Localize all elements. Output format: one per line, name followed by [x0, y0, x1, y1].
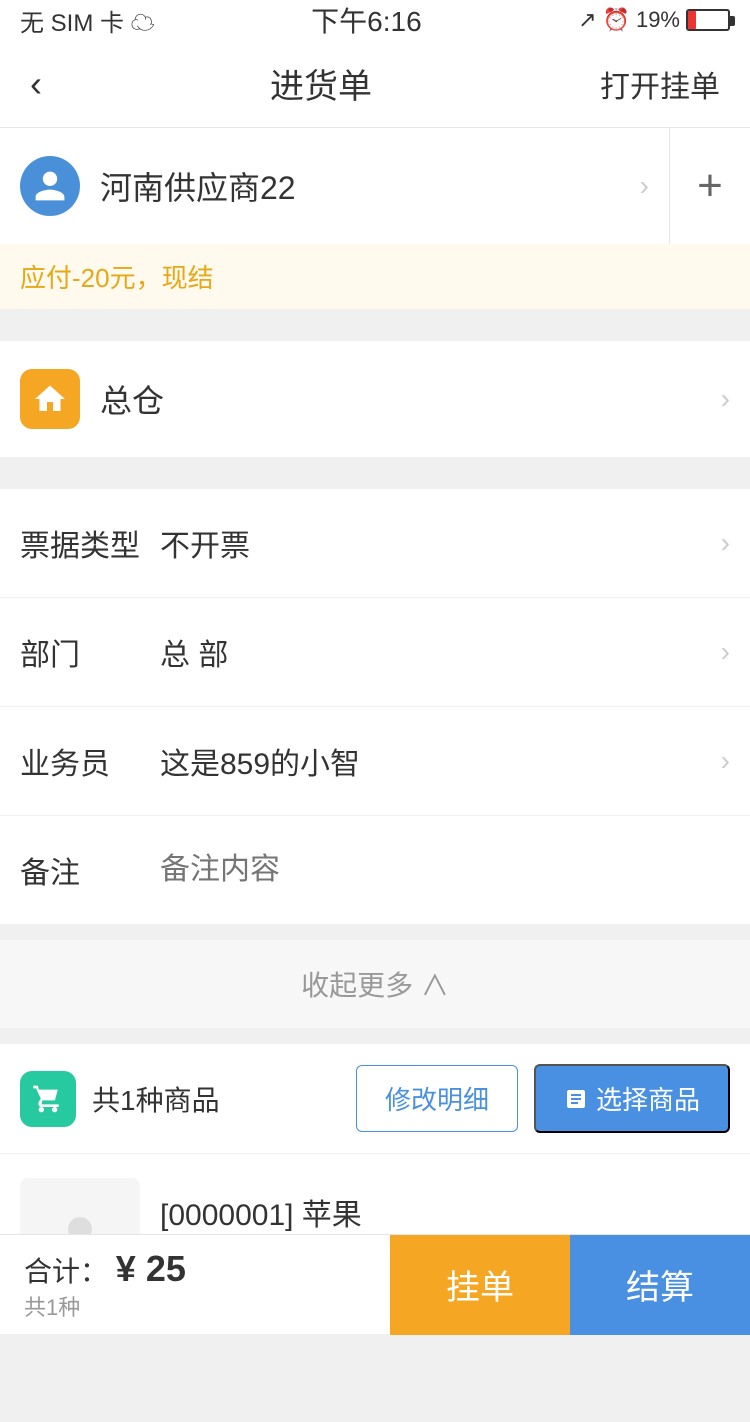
products-count: 共1种商品: [92, 1079, 356, 1119]
ticket-type-row[interactable]: 票据类型 不开票 ›: [0, 489, 750, 598]
page-title: 进货单: [270, 59, 372, 108]
home-icon: [32, 381, 68, 417]
total-amount: ¥ 25: [116, 1248, 186, 1289]
total-label: 合计：: [24, 1256, 108, 1287]
supplier-selector[interactable]: 河南供应商22 ›: [0, 128, 670, 244]
hang-label: 挂单: [446, 1260, 514, 1309]
supplier-row: 河南供应商22 › +: [0, 128, 750, 244]
edit-detail-button[interactable]: 修改明细: [356, 1065, 518, 1132]
main-content: 河南供应商22 › + 应付-20元，现结 总仓 › 票据类型 不开票 › 部门: [0, 128, 750, 1422]
warehouse-icon: [20, 369, 80, 429]
supplier-avatar: [20, 156, 80, 216]
cart-icon: [32, 1083, 64, 1115]
salesperson-value: 这是859的小智: [160, 739, 721, 783]
alarm-icon: ⏰: [603, 7, 630, 33]
checkout-label: 结算: [626, 1260, 694, 1309]
open-pending-button[interactable]: 打开挂单: [600, 62, 720, 106]
products-icon: [20, 1071, 76, 1127]
supplier-section: 河南供应商22 › + 应付-20元，现结: [0, 128, 750, 309]
warehouse-chevron: ›: [721, 383, 730, 415]
status-bar: 无 SIM 卡 ☁ 下午6:16 ↗ ⏰ 19%: [0, 0, 750, 40]
status-right: ↗ ⏰ 19%: [578, 7, 730, 33]
salesperson-row[interactable]: 业务员 这是859的小智 ›: [0, 707, 750, 816]
department-label: 部门: [20, 630, 160, 674]
department-chevron: ›: [721, 636, 730, 668]
remark-row: 备注: [0, 816, 750, 924]
battery-icon: [686, 9, 730, 31]
select-product-label: 选择商品: [596, 1080, 700, 1117]
ticket-type-chevron: ›: [721, 527, 730, 559]
sim-status: 无 SIM 卡 ☁: [20, 3, 155, 38]
department-value: 总 部: [160, 630, 721, 674]
collapse-bar[interactable]: 收起更多 ∧: [0, 940, 750, 1028]
bottom-bar: 合计： ¥ 25 共1种 挂单 结算: [0, 1234, 750, 1334]
warehouse-row[interactable]: 总仓 ›: [0, 341, 750, 457]
back-button[interactable]: ‹: [30, 63, 42, 105]
salesperson-label: 业务员: [20, 739, 160, 783]
hang-button[interactable]: 挂单: [390, 1235, 570, 1335]
total-line: 合计： ¥ 25: [24, 1248, 366, 1290]
warehouse-name: 总仓: [100, 376, 711, 422]
notice-text: 应付-20元，现结: [20, 263, 214, 293]
products-header: 共1种商品 修改明细 选择商品: [0, 1044, 750, 1154]
person-icon: [32, 168, 68, 204]
select-product-button[interactable]: 选择商品: [534, 1064, 730, 1133]
ticket-type-value: 不开票: [160, 521, 721, 565]
notice-bar: 应付-20元，现结: [0, 244, 750, 309]
collapse-label: 收起更多 ∧: [301, 970, 449, 1001]
nav-bar: ‹ 进货单 打开挂单: [0, 40, 750, 128]
battery-level: 19%: [636, 7, 680, 33]
supplier-chevron: ›: [640, 170, 649, 202]
form-section: 票据类型 不开票 › 部门 总 部 › 业务员 这是859的小智 › 备注: [0, 489, 750, 924]
add-supplier-button[interactable]: +: [670, 128, 750, 244]
ticket-type-label: 票据类型: [20, 521, 160, 565]
product-id-name: [0000001] 苹果: [160, 1199, 362, 1232]
remark-label: 备注: [20, 848, 160, 892]
status-time: 下午6:16: [311, 0, 422, 40]
supplier-name: 河南供应商22: [100, 163, 630, 209]
salesperson-chevron: ›: [721, 745, 730, 777]
location-icon: ↗: [578, 7, 596, 33]
department-row[interactable]: 部门 总 部 ›: [0, 598, 750, 707]
product-name: [0000001] 苹果: [160, 1190, 678, 1234]
remark-input[interactable]: [160, 853, 730, 887]
total-sub: 共1种: [24, 1290, 366, 1322]
checkout-button[interactable]: 结算: [570, 1235, 750, 1335]
total-section: 合计： ¥ 25 共1种: [0, 1248, 390, 1322]
status-left: 无 SIM 卡 ☁: [20, 3, 155, 38]
select-product-icon: [564, 1087, 588, 1111]
